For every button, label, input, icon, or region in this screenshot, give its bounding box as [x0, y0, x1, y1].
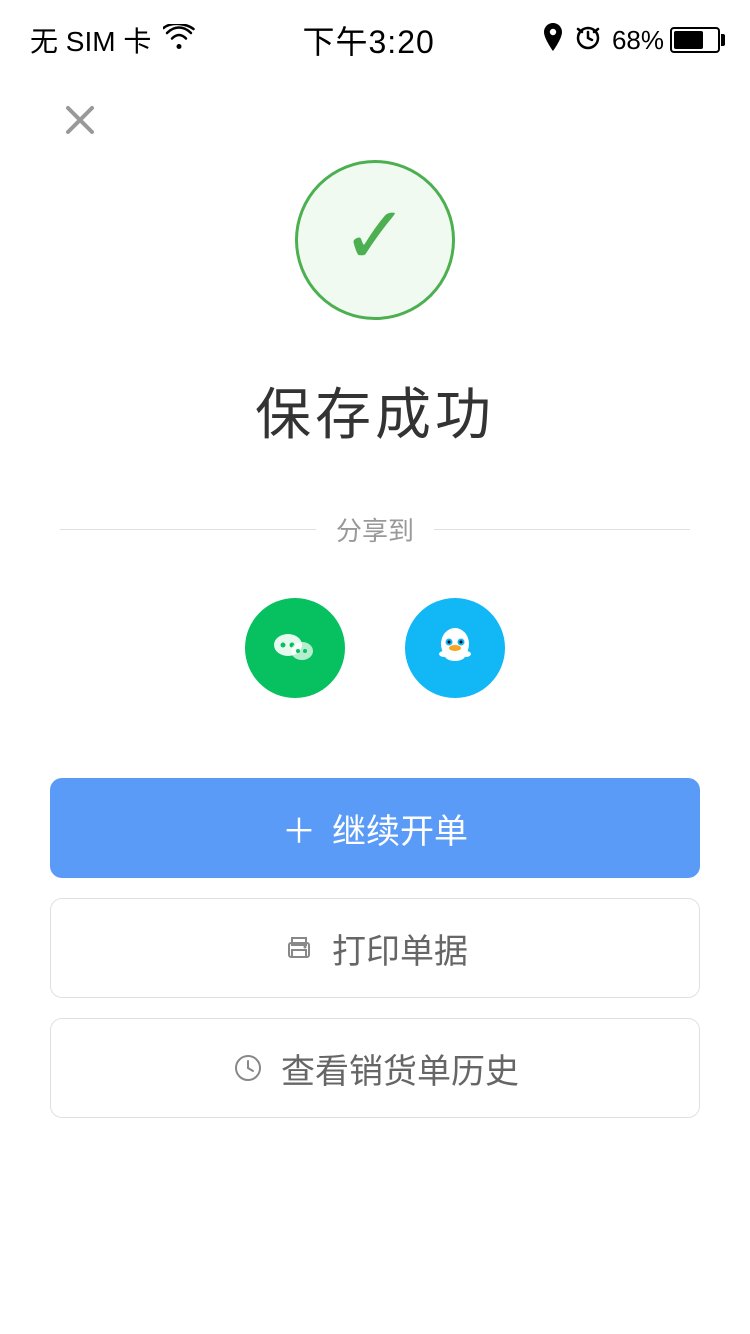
- share-label: 分享到: [316, 511, 434, 548]
- battery-fill: [674, 31, 703, 49]
- print-button[interactable]: 打印单据: [50, 898, 700, 998]
- status-time: 下午3:20: [303, 17, 435, 63]
- divider-line-right: [434, 529, 690, 530]
- checkmark-icon: ✓: [341, 196, 408, 276]
- wechat-share-button[interactable]: [245, 598, 345, 698]
- share-divider: 分享到: [0, 511, 750, 548]
- print-label: 打印单据: [332, 924, 468, 973]
- success-icon-container: ✓: [295, 160, 455, 320]
- share-icons-container: [245, 598, 505, 698]
- qq-share-button[interactable]: [405, 598, 505, 698]
- print-icon: [282, 931, 316, 965]
- history-button[interactable]: 查看销货单历史: [50, 1018, 700, 1118]
- wifi-icon: [163, 24, 195, 57]
- battery-percent: 68%: [612, 25, 664, 56]
- continue-label: 继续开单: [332, 804, 468, 853]
- history-label: 查看销货单历史: [281, 1044, 519, 1093]
- location-icon: [542, 23, 564, 58]
- status-left: 无 SIM 卡: [30, 20, 195, 60]
- history-icon: [231, 1051, 265, 1085]
- alarm-icon: [574, 23, 602, 58]
- divider-line-left: [60, 529, 316, 530]
- action-buttons: ＋ 继续开单 打印单据 查看销货单历史: [0, 778, 750, 1118]
- status-bar: 无 SIM 卡 下午3:20 68%: [0, 0, 750, 80]
- main-content: ✓ 保存成功 分享到: [0, 80, 750, 1118]
- continue-button[interactable]: ＋ 继续开单: [50, 778, 700, 878]
- success-title: 保存成功: [255, 370, 495, 451]
- carrier-text: 无 SIM 卡: [30, 20, 151, 60]
- close-button[interactable]: [50, 90, 110, 150]
- battery-container: 68%: [612, 25, 720, 56]
- battery-icon: [670, 27, 720, 53]
- status-right: 68%: [542, 23, 720, 58]
- plus-icon: ＋: [282, 804, 316, 853]
